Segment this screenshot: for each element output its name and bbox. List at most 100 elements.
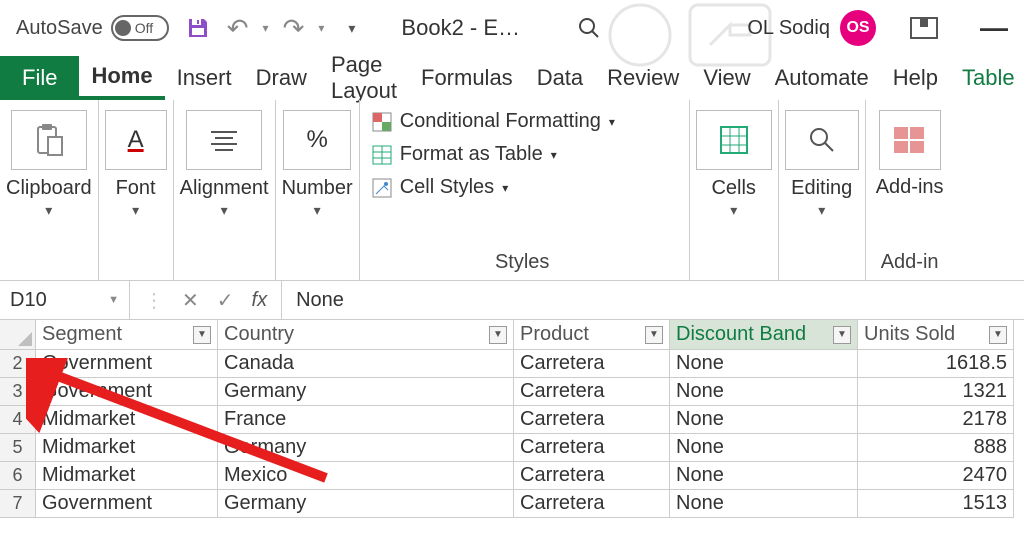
cell[interactable]: Carretera: [514, 406, 670, 434]
row-header[interactable]: 4: [0, 406, 36, 434]
cell[interactable]: Midmarket: [36, 406, 218, 434]
font-icon[interactable]: A: [105, 110, 167, 170]
clipboard-label[interactable]: Clipboard: [6, 176, 92, 200]
chevron-down-icon[interactable]: ▾: [314, 202, 321, 219]
tab-draw[interactable]: Draw: [244, 56, 319, 100]
cells-label[interactable]: Cells: [711, 176, 755, 200]
tab-help[interactable]: Help: [881, 56, 950, 100]
cell[interactable]: Government: [36, 350, 218, 378]
select-all-triangle[interactable]: [0, 320, 36, 350]
enter-icon[interactable]: ✓: [217, 288, 234, 313]
editing-icon[interactable]: [785, 110, 859, 170]
cell[interactable]: Germany: [218, 378, 514, 406]
tab-page-layout[interactable]: Page Layout: [319, 56, 409, 100]
addins-icon[interactable]: [879, 110, 941, 170]
tab-review[interactable]: Review: [595, 56, 691, 100]
tab-data[interactable]: Data: [525, 56, 595, 100]
cell[interactable]: Carretera: [514, 490, 670, 518]
tab-file[interactable]: File: [0, 56, 79, 100]
formula-input[interactable]: None: [282, 289, 1024, 312]
font-label[interactable]: Font: [116, 176, 156, 200]
cell[interactable]: 888: [858, 434, 1014, 462]
cell[interactable]: None: [670, 462, 858, 490]
filter-dropdown-icon[interactable]: ▼: [989, 326, 1007, 344]
fx-icon[interactable]: fx: [252, 289, 268, 312]
toggle-switch[interactable]: Off: [111, 15, 169, 41]
tab-view[interactable]: View: [691, 56, 762, 100]
tab-automate[interactable]: Automate: [763, 56, 881, 100]
tab-insert[interactable]: Insert: [165, 56, 244, 100]
cell[interactable]: None: [670, 378, 858, 406]
chevron-down-icon[interactable]: ▾: [45, 202, 52, 219]
undo-dropdown-icon[interactable]: ▾: [263, 21, 269, 35]
cell[interactable]: None: [670, 406, 858, 434]
cell[interactable]: Germany: [218, 490, 514, 518]
cell[interactable]: None: [670, 434, 858, 462]
tab-table[interactable]: Table: [950, 56, 1024, 100]
filter-dropdown-icon[interactable]: ▼: [193, 326, 211, 344]
cell[interactable]: 2470: [858, 462, 1014, 490]
filter-dropdown-icon[interactable]: ▼: [833, 326, 851, 344]
addins-label[interactable]: Add-ins: [876, 176, 944, 199]
row-header[interactable]: 2: [0, 350, 36, 378]
cell[interactable]: Government: [36, 378, 218, 406]
row-header[interactable]: 3: [0, 378, 36, 406]
user-account[interactable]: OL Sodiq OS: [747, 10, 876, 46]
chevron-down-icon[interactable]: ▾: [221, 202, 228, 219]
column-header-country[interactable]: Country ▼: [218, 320, 514, 350]
tab-home[interactable]: Home: [79, 56, 164, 100]
document-title[interactable]: Book2 - E…: [401, 15, 520, 41]
chevron-down-icon[interactable]: ▾: [132, 202, 139, 219]
alignment-label[interactable]: Alignment: [180, 176, 269, 200]
cell[interactable]: Midmarket: [36, 462, 218, 490]
cell[interactable]: Carretera: [514, 378, 670, 406]
cell[interactable]: Canada: [218, 350, 514, 378]
cell[interactable]: None: [670, 490, 858, 518]
row-header[interactable]: 5: [0, 434, 36, 462]
cells-icon[interactable]: [696, 110, 772, 170]
cell[interactable]: 2178: [858, 406, 1014, 434]
save-icon[interactable]: [185, 15, 211, 41]
cell[interactable]: Midmarket: [36, 434, 218, 462]
filter-dropdown-icon[interactable]: ▼: [489, 326, 507, 344]
redo-icon[interactable]: ↷: [283, 13, 305, 44]
cell[interactable]: Government: [36, 490, 218, 518]
cell[interactable]: 1513: [858, 490, 1014, 518]
cell[interactable]: Carretera: [514, 350, 670, 378]
alignment-icon[interactable]: [186, 110, 262, 170]
minimize-icon[interactable]: —: [980, 12, 1008, 44]
cell[interactable]: France: [218, 406, 514, 434]
chevron-down-icon[interactable]: ▾: [818, 202, 825, 219]
percent-icon[interactable]: %: [283, 110, 350, 170]
cancel-icon[interactable]: ✕: [182, 288, 199, 313]
cell[interactable]: 1321: [858, 378, 1014, 406]
row-header[interactable]: 7: [0, 490, 36, 518]
cell-styles-button[interactable]: Cell Styles ▾: [372, 176, 673, 199]
undo-icon[interactable]: ↶: [227, 13, 249, 44]
cell[interactable]: Carretera: [514, 434, 670, 462]
chevron-down-icon[interactable]: ▼: [108, 294, 119, 306]
column-header-discount-band[interactable]: Discount Band ▼: [670, 320, 858, 350]
clipboard-icon[interactable]: [11, 110, 87, 170]
tab-formulas[interactable]: Formulas: [409, 56, 525, 100]
cell[interactable]: None: [670, 350, 858, 378]
cell[interactable]: 1618.5: [858, 350, 1014, 378]
cell[interactable]: Carretera: [514, 462, 670, 490]
name-box[interactable]: D10 ▼: [0, 281, 130, 319]
conditional-formatting-button[interactable]: Conditional Formatting ▾: [372, 110, 673, 133]
editing-label[interactable]: Editing: [791, 176, 852, 200]
filter-dropdown-icon[interactable]: ▼: [645, 326, 663, 344]
cell[interactable]: Germany: [218, 434, 514, 462]
redo-dropdown-icon[interactable]: ▾: [318, 21, 324, 35]
chevron-down-icon[interactable]: ▾: [730, 202, 737, 219]
search-icon[interactable]: [576, 15, 602, 41]
column-header-product[interactable]: Product ▼: [514, 320, 670, 350]
quick-access-dropdown-icon[interactable]: ▾: [348, 20, 355, 37]
column-header-units-sold[interactable]: Units Sold ▼: [858, 320, 1014, 350]
row-header[interactable]: 6: [0, 462, 36, 490]
ribbon-display-icon[interactable]: [910, 17, 938, 39]
number-label[interactable]: Number: [282, 176, 353, 200]
column-header-segment[interactable]: Segment ▼: [36, 320, 218, 350]
format-as-table-button[interactable]: Format as Table ▾: [372, 143, 673, 166]
autosave-toggle[interactable]: AutoSave Off: [16, 15, 169, 41]
